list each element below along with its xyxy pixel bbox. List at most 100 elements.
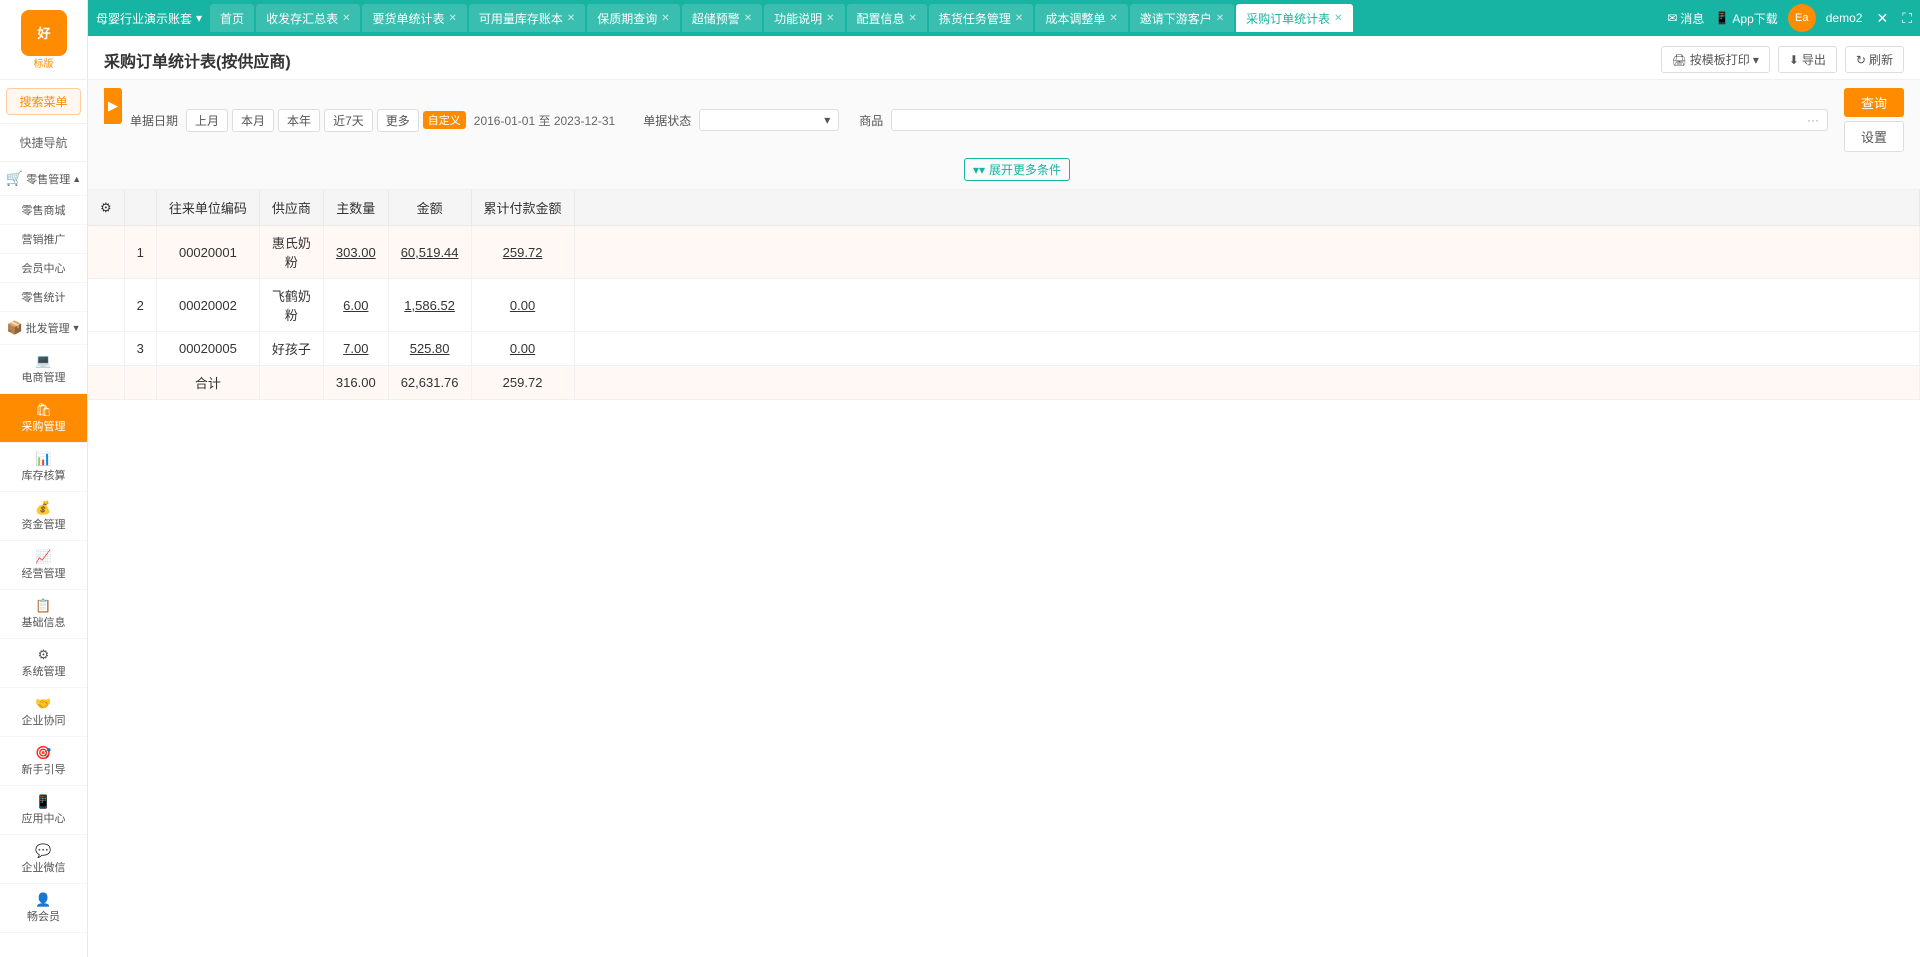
cell-supplier: 惠氏奶粉 <box>259 226 323 279</box>
cell-code: 00020001 <box>156 226 259 279</box>
sidebar-item-changyuean[interactable]: 👤 畅会员 <box>0 884 87 933</box>
goods-more-icon: ··· <box>1807 113 1819 127</box>
th-qty: 主数量 <box>323 190 388 226</box>
tab-kyck-close[interactable]: ✕ <box>567 13 575 24</box>
tab-pzsz[interactable]: 配置信息 ✕ <box>847 4 927 32</box>
cell-paid[interactable]: 0.00 <box>471 332 574 366</box>
tab-bqcx[interactable]: 保质期查询 ✕ <box>587 4 679 32</box>
tab-yhtj-close[interactable]: ✕ <box>448 13 456 24</box>
refresh-button[interactable]: ↻ 刷新 <box>1845 46 1904 73</box>
cell-amount[interactable]: 60,519.44 <box>388 226 471 279</box>
tab-pzsz-close[interactable]: ✕ <box>909 13 917 24</box>
app-download-action[interactable]: 📱 App下载 <box>1714 10 1777 27</box>
inventory-label: 库存核算 <box>22 467 66 483</box>
sidebar-item-wholesale[interactable]: 📦 批发管理 ▼ <box>0 312 87 345</box>
cell-qty[interactable]: 303.00 <box>323 226 388 279</box>
sidebar-item-ecom[interactable]: 💻 电商管理 <box>0 345 87 394</box>
tab-ccyj-close[interactable]: ✕ <box>744 13 752 24</box>
tab-yqxsy-close[interactable]: ✕ <box>1216 13 1224 24</box>
sidebar-item-newguide[interactable]: 🎯 新手引导 <box>0 737 87 786</box>
collab-icon: 🤝 <box>35 696 51 712</box>
quick-nav-area[interactable]: 快捷导航 <box>0 124 87 162</box>
tab-kyck-label: 可用量库存账本 <box>479 10 563 27</box>
sidebar-item-appcenter[interactable]: 📱 应用中心 <box>0 786 87 835</box>
expand-window-icon[interactable]: ⛶ <box>1902 10 1912 27</box>
sidebar-item-basic[interactable]: 📋 基础信息 <box>0 590 87 639</box>
message-action[interactable]: ✉ 消息 <box>1667 10 1704 27</box>
footer-empty-supplier <box>259 366 323 400</box>
tab-cbtz[interactable]: 成本调整单 ✕ <box>1035 4 1127 32</box>
user-name[interactable]: demo2 <box>1826 11 1863 25</box>
sidebar-item-member[interactable]: 会员中心 <box>0 254 87 283</box>
tab-phgl[interactable]: 拣货任务管理 ✕ <box>929 4 1033 32</box>
setting-button[interactable]: 设置 <box>1844 121 1904 152</box>
filter-expand-arrow[interactable]: ▶ <box>104 88 122 124</box>
date-this-month[interactable]: 本月 <box>232 109 274 132</box>
status-select[interactable]: ▾ <box>699 109 839 131</box>
tab-cgdd[interactable]: 采购订单统计表 ✕ <box>1236 4 1352 32</box>
tab-yqxsy[interactable]: 邀请下游客户 ✕ <box>1130 4 1234 32</box>
sidebar-item-finance[interactable]: 💰 资金管理 <box>0 492 87 541</box>
quick-nav-button[interactable]: 快捷导航 <box>6 130 81 155</box>
tab-shfd-close[interactable]: ✕ <box>342 13 350 24</box>
date-more[interactable]: 更多 <box>377 109 419 132</box>
sidebar-item-collab[interactable]: 🤝 企业协同 <box>0 688 87 737</box>
status-label: 单据状态 <box>643 112 691 129</box>
cell-qty[interactable]: 6.00 <box>323 279 388 332</box>
table-footer-row: 合计 316.00 62,631.76 259.72 <box>88 366 1920 400</box>
tab-kyck[interactable]: 可用量库存账本 ✕ <box>469 4 585 32</box>
sidebar-item-system[interactable]: ⚙ 系统管理 <box>0 639 87 688</box>
tab-cbtz-close[interactable]: ✕ <box>1109 13 1117 24</box>
th-gear[interactable]: ⚙ <box>88 190 124 226</box>
tab-phgl-close[interactable]: ✕ <box>1015 13 1023 24</box>
changyuean-icon: 👤 <box>35 892 51 908</box>
cell-amount[interactable]: 1,586.52 <box>388 279 471 332</box>
sidebar-item-business[interactable]: 📈 经营管理 <box>0 541 87 590</box>
date-7days[interactable]: 近7天 <box>324 109 373 132</box>
cell-amount[interactable]: 525.80 <box>388 332 471 366</box>
date-this-year[interactable]: 本年 <box>278 109 320 132</box>
tab-bqcx-close[interactable]: ✕ <box>661 13 669 24</box>
cell-index: 2 <box>124 279 156 332</box>
query-button[interactable]: 查询 <box>1844 88 1904 117</box>
sidebar-item-marketing[interactable]: 营销推广 <box>0 225 87 254</box>
sidebar-item-retail[interactable]: 🛒 零售管理 ▲ <box>0 162 87 196</box>
cell-gear <box>88 226 124 279</box>
nav-menu: 🛒 零售管理 ▲ 零售商城 营销推广 会员中心 零售统计 📦 批发管理 ▼ 💻 … <box>0 162 87 957</box>
search-menu-button[interactable]: 搜索菜单 <box>6 88 81 115</box>
close-window-icon[interactable]: ✕ <box>1876 10 1888 27</box>
sidebar-item-inventory[interactable]: 📊 库存核算 <box>0 443 87 492</box>
expand-more-button[interactable]: ▾▾ 展开更多条件 <box>964 158 1070 181</box>
footer-empty-last <box>574 366 1919 400</box>
export-button[interactable]: ⬇ 导出 <box>1778 46 1837 73</box>
goods-label: 商品 <box>859 112 883 129</box>
changyuean-label: 畅会员 <box>27 908 60 924</box>
sidebar-item-purchase[interactable]: 🛍 采购管理 <box>0 394 87 443</box>
print-button[interactable]: 🖨 按模板打印 ▾ <box>1661 46 1770 73</box>
workspace-dropdown[interactable]: ▾ <box>196 11 202 25</box>
date-last-month[interactable]: 上月 <box>186 109 228 132</box>
tab-ccyj[interactable]: 超储预警 ✕ <box>682 4 762 32</box>
search-menu-area[interactable]: 搜索菜单 <box>0 80 87 124</box>
app-download-label: App下载 <box>1732 10 1777 27</box>
cell-index: 3 <box>124 332 156 366</box>
sidebar-item-retail-stat[interactable]: 零售统计 <box>0 283 87 312</box>
tab-yhtj[interactable]: 要货单统计表 ✕ <box>362 4 466 32</box>
sidebar-item-wechat[interactable]: 💬 企业微信 <box>0 835 87 884</box>
svg-text:好: 好 <box>36 26 50 41</box>
cell-paid[interactable]: 259.72 <box>471 226 574 279</box>
tab-cbtz-label: 成本调整单 <box>1045 10 1105 27</box>
th-index <box>124 190 156 226</box>
user-avatar[interactable]: Ea <box>1788 4 1816 32</box>
date-label: 单据日期 <box>130 112 178 129</box>
goods-input[interactable]: ··· <box>891 109 1828 131</box>
purchase-label: 采购管理 <box>22 418 66 434</box>
tab-gnsm[interactable]: 功能说明 ✕ <box>764 4 844 32</box>
tab-shfd[interactable]: 收发存汇总表 ✕ <box>256 4 360 32</box>
tab-cgdd-close[interactable]: ✕ <box>1334 13 1342 24</box>
tab-gnsm-close[interactable]: ✕ <box>826 13 834 24</box>
cell-paid[interactable]: 0.00 <box>471 279 574 332</box>
sidebar-item-retail-shop[interactable]: 零售商城 <box>0 196 87 225</box>
tab-home[interactable]: 首页 <box>210 4 254 32</box>
cell-qty[interactable]: 7.00 <box>323 332 388 366</box>
